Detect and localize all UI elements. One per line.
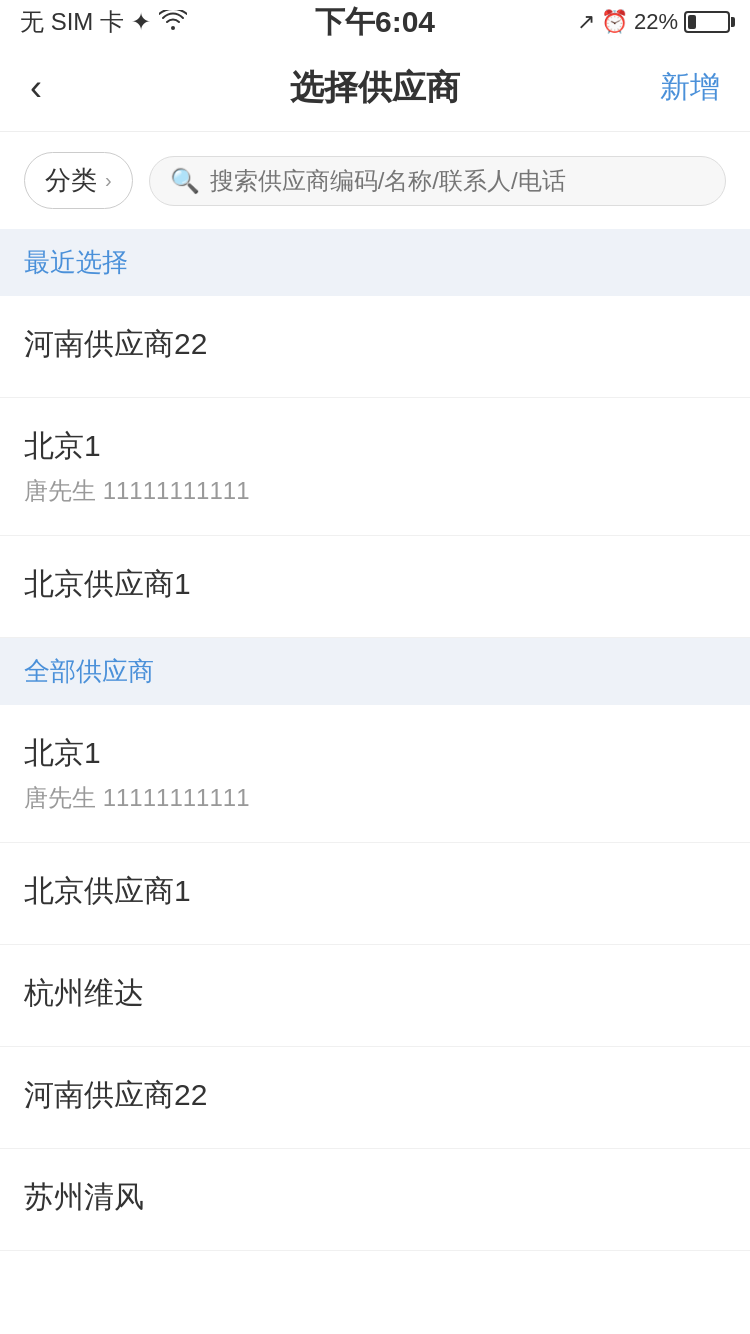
recent-section-label: 最近选择 <box>24 247 128 277</box>
nav-bar: ‹ 选择供应商 新增 <box>0 44 750 132</box>
page-title: 选择供应商 <box>290 65 460 111</box>
all-list-item[interactable]: 杭州维达 <box>0 945 750 1047</box>
item-sub: 唐先生 11111111111 <box>24 782 726 814</box>
alarm-icon: ⏰ <box>601 9 628 35</box>
recent-section-header: 最近选择 <box>0 229 750 296</box>
time-display: 下午6:04 <box>315 2 435 43</box>
recent-items-list: 河南供应商22 北京1 唐先生 11111111111 北京供应商1 <box>0 296 750 638</box>
search-row: 分类 › 🔍 <box>0 132 750 229</box>
item-name: 杭州维达 <box>24 973 726 1014</box>
all-list-item[interactable]: 河南供应商22 <box>0 1047 750 1149</box>
add-button[interactable]: 新增 <box>660 67 720 108</box>
all-list-item[interactable]: 北京1 唐先生 11111111111 <box>0 705 750 843</box>
all-list-item[interactable]: 北京供应商1 <box>0 843 750 945</box>
item-name: 河南供应商22 <box>24 324 726 365</box>
search-icon: 🔍 <box>170 167 200 195</box>
item-name: 苏州清风 <box>24 1177 726 1218</box>
search-input[interactable] <box>210 167 705 195</box>
item-sub: 唐先生 11111111111 <box>24 475 726 507</box>
chevron-right-icon: › <box>105 169 112 192</box>
status-left: 无 SIM 卡 ✦ <box>20 6 187 38</box>
recent-list-item[interactable]: 北京1 唐先生 11111111111 <box>0 398 750 536</box>
location-icon: ↗ <box>577 9 595 35</box>
item-name: 北京供应商1 <box>24 564 726 605</box>
back-button[interactable]: ‹ <box>30 67 90 109</box>
recent-list-item[interactable]: 河南供应商22 <box>0 296 750 398</box>
recent-list-item[interactable]: 北京供应商1 <box>0 536 750 638</box>
category-button[interactable]: 分类 › <box>24 152 133 209</box>
item-name: 北京供应商1 <box>24 871 726 912</box>
no-sim-label: 无 SIM 卡 ✦ <box>20 6 151 38</box>
item-name: 北京1 <box>24 426 726 467</box>
search-wrapper: 🔍 <box>149 156 726 206</box>
wifi-icon <box>159 8 187 36</box>
all-section-label: 全部供应商 <box>24 656 154 686</box>
all-list-item[interactable]: 苏州清风 <box>0 1149 750 1251</box>
all-items-list: 北京1 唐先生 11111111111 北京供应商1 杭州维达河南供应商22 苏州清风 <box>0 705 750 1251</box>
all-section-header: 全部供应商 <box>0 638 750 705</box>
status-right: ↗ ⏰ 22% <box>577 9 730 35</box>
battery-percent: 22% <box>634 9 678 35</box>
battery-icon <box>684 11 730 33</box>
item-name: 河南供应商22 <box>24 1075 726 1116</box>
status-bar: 无 SIM 卡 ✦ 下午6:04 ↗ ⏰ 22% <box>0 0 750 44</box>
category-label: 分类 <box>45 163 97 198</box>
item-name: 北京1 <box>24 733 726 774</box>
